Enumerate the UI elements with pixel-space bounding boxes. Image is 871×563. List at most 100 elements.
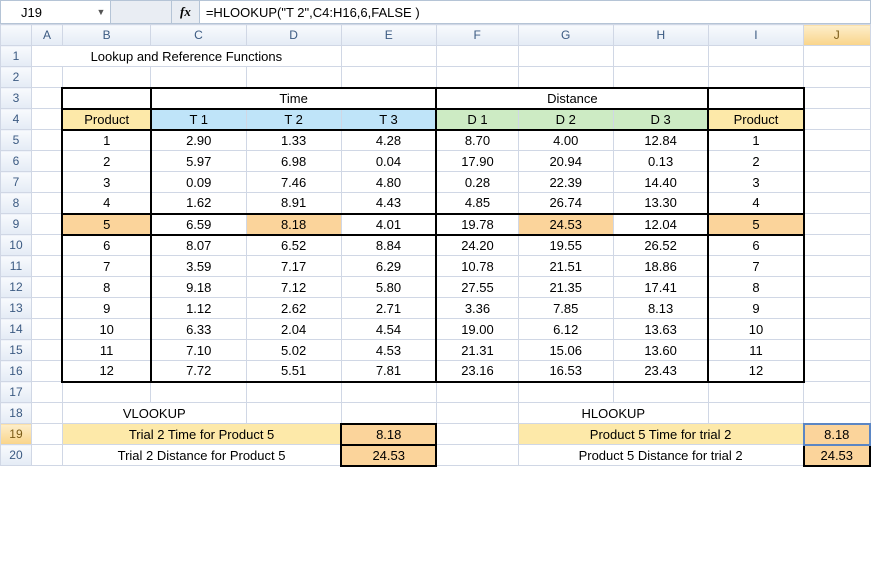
col-header-B[interactable]: B — [62, 25, 150, 46]
cell[interactable]: 7.85 — [518, 298, 613, 319]
cell[interactable]: 8 — [62, 277, 150, 298]
cell[interactable]: 27.55 — [436, 277, 518, 298]
cell[interactable]: 6 — [708, 235, 803, 256]
cell[interactable]: 6.59 — [151, 214, 246, 235]
cell[interactable] — [62, 88, 150, 109]
cell[interactable]: 13.30 — [613, 193, 708, 214]
cell[interactable]: 0.09 — [151, 172, 246, 193]
cell[interactable]: 8.13 — [613, 298, 708, 319]
cell[interactable]: 4 — [62, 193, 150, 214]
cell[interactable]: 1 — [708, 130, 803, 151]
cell[interactable]: 3.59 — [151, 256, 246, 277]
select-all-corner[interactable] — [1, 25, 32, 46]
cell[interactable]: 12.04 — [613, 214, 708, 235]
row-header-4[interactable]: 4 — [1, 109, 32, 130]
col-header-J[interactable]: J — [804, 25, 870, 46]
cell[interactable]: 5.51 — [246, 361, 341, 382]
hlookup-result-1[interactable]: 8.18 — [804, 424, 870, 445]
row-header-14[interactable]: 14 — [1, 319, 32, 340]
cell[interactable]: 7.17 — [246, 256, 341, 277]
name-box-dropdown-icon[interactable]: ▼ — [94, 3, 108, 21]
cell[interactable]: 15.06 — [518, 340, 613, 361]
cell[interactable]: 10 — [62, 319, 150, 340]
cell[interactable]: 5.80 — [341, 277, 436, 298]
cell[interactable]: 10.78 — [436, 256, 518, 277]
cell[interactable]: 14.40 — [613, 172, 708, 193]
cell[interactable]: 4.43 — [341, 193, 436, 214]
cell[interactable]: 1.33 — [246, 130, 341, 151]
vlookup-result-2[interactable]: 24.53 — [341, 445, 436, 466]
col-header-E[interactable]: E — [341, 25, 436, 46]
cell[interactable]: 21.51 — [518, 256, 613, 277]
cell[interactable]: 5 — [62, 214, 150, 235]
col-header-G[interactable]: G — [518, 25, 613, 46]
row-header-19[interactable]: 19 — [1, 424, 32, 445]
cell[interactable]: 23.16 — [436, 361, 518, 382]
cell[interactable]: 13.63 — [613, 319, 708, 340]
cell[interactable] — [708, 88, 803, 109]
cell[interactable]: 8.91 — [246, 193, 341, 214]
cell[interactable]: 16.53 — [518, 361, 613, 382]
cell[interactable]: 24.20 — [436, 235, 518, 256]
row-header-15[interactable]: 15 — [1, 340, 32, 361]
cell[interactable]: 11 — [708, 340, 803, 361]
hlookup-result-2[interactable]: 24.53 — [804, 445, 870, 466]
formula-input[interactable]: =HLOOKUP("T 2",C4:H16,6,FALSE ) — [200, 1, 870, 23]
cell[interactable]: 24.53 — [518, 214, 613, 235]
cell[interactable]: 7 — [708, 256, 803, 277]
cell[interactable]: 8.84 — [341, 235, 436, 256]
row-header-17[interactable]: 17 — [1, 382, 32, 403]
cell[interactable]: 6.98 — [246, 151, 341, 172]
cell[interactable]: 23.43 — [613, 361, 708, 382]
fx-button[interactable]: fx — [171, 1, 200, 23]
cell[interactable]: 8.70 — [436, 130, 518, 151]
cell[interactable]: 17.90 — [436, 151, 518, 172]
cell[interactable]: 4.80 — [341, 172, 436, 193]
cell[interactable]: 2.62 — [246, 298, 341, 319]
cell[interactable]: 4.00 — [518, 130, 613, 151]
cell[interactable]: 2.71 — [341, 298, 436, 319]
cell[interactable]: 1.62 — [151, 193, 246, 214]
col-header-D[interactable]: D — [246, 25, 341, 46]
cell[interactable]: 3 — [62, 172, 150, 193]
cell[interactable]: 10 — [708, 319, 803, 340]
cell[interactable]: 9 — [62, 298, 150, 319]
cell[interactable]: 17.41 — [613, 277, 708, 298]
cell[interactable]: 13.60 — [613, 340, 708, 361]
col-header-H[interactable]: H — [613, 25, 708, 46]
cell[interactable]: 22.39 — [518, 172, 613, 193]
row-header-20[interactable]: 20 — [1, 445, 32, 466]
row-header-1[interactable]: 1 — [1, 46, 32, 67]
cell[interactable]: 4 — [708, 193, 803, 214]
row-header-12[interactable]: 12 — [1, 277, 32, 298]
cell[interactable]: 4.53 — [341, 340, 436, 361]
cell[interactable]: 19.00 — [436, 319, 518, 340]
cell[interactable]: 0.13 — [613, 151, 708, 172]
cell[interactable]: 7.10 — [151, 340, 246, 361]
cell[interactable]: 2.04 — [246, 319, 341, 340]
row-header-2[interactable]: 2 — [1, 67, 32, 88]
cell[interactable]: 4.28 — [341, 130, 436, 151]
row-header-8[interactable]: 8 — [1, 193, 32, 214]
cell[interactable]: 0.04 — [341, 151, 436, 172]
cell[interactable]: 2 — [62, 151, 150, 172]
row-header-13[interactable]: 13 — [1, 298, 32, 319]
cell[interactable]: 7.12 — [246, 277, 341, 298]
cell[interactable]: 26.74 — [518, 193, 613, 214]
cell[interactable]: 3 — [708, 172, 803, 193]
cell[interactable]: 7 — [62, 256, 150, 277]
cell[interactable]: 3.36 — [436, 298, 518, 319]
cell[interactable]: 9.18 — [151, 277, 246, 298]
cell[interactable]: 5.97 — [151, 151, 246, 172]
col-header-F[interactable]: F — [436, 25, 518, 46]
cell[interactable]: 12.84 — [613, 130, 708, 151]
cell[interactable]: 21.35 — [518, 277, 613, 298]
cell[interactable]: 6.12 — [518, 319, 613, 340]
col-header-C[interactable]: C — [151, 25, 246, 46]
cell[interactable]: 7.72 — [151, 361, 246, 382]
cell[interactable]: 11 — [62, 340, 150, 361]
cell[interactable]: 1 — [62, 130, 150, 151]
cell[interactable]: 6 — [62, 235, 150, 256]
spreadsheet-grid[interactable]: A B C D E F G H I J 1 Lookup and Referen… — [0, 24, 871, 467]
row-header-3[interactable]: 3 — [1, 88, 32, 109]
